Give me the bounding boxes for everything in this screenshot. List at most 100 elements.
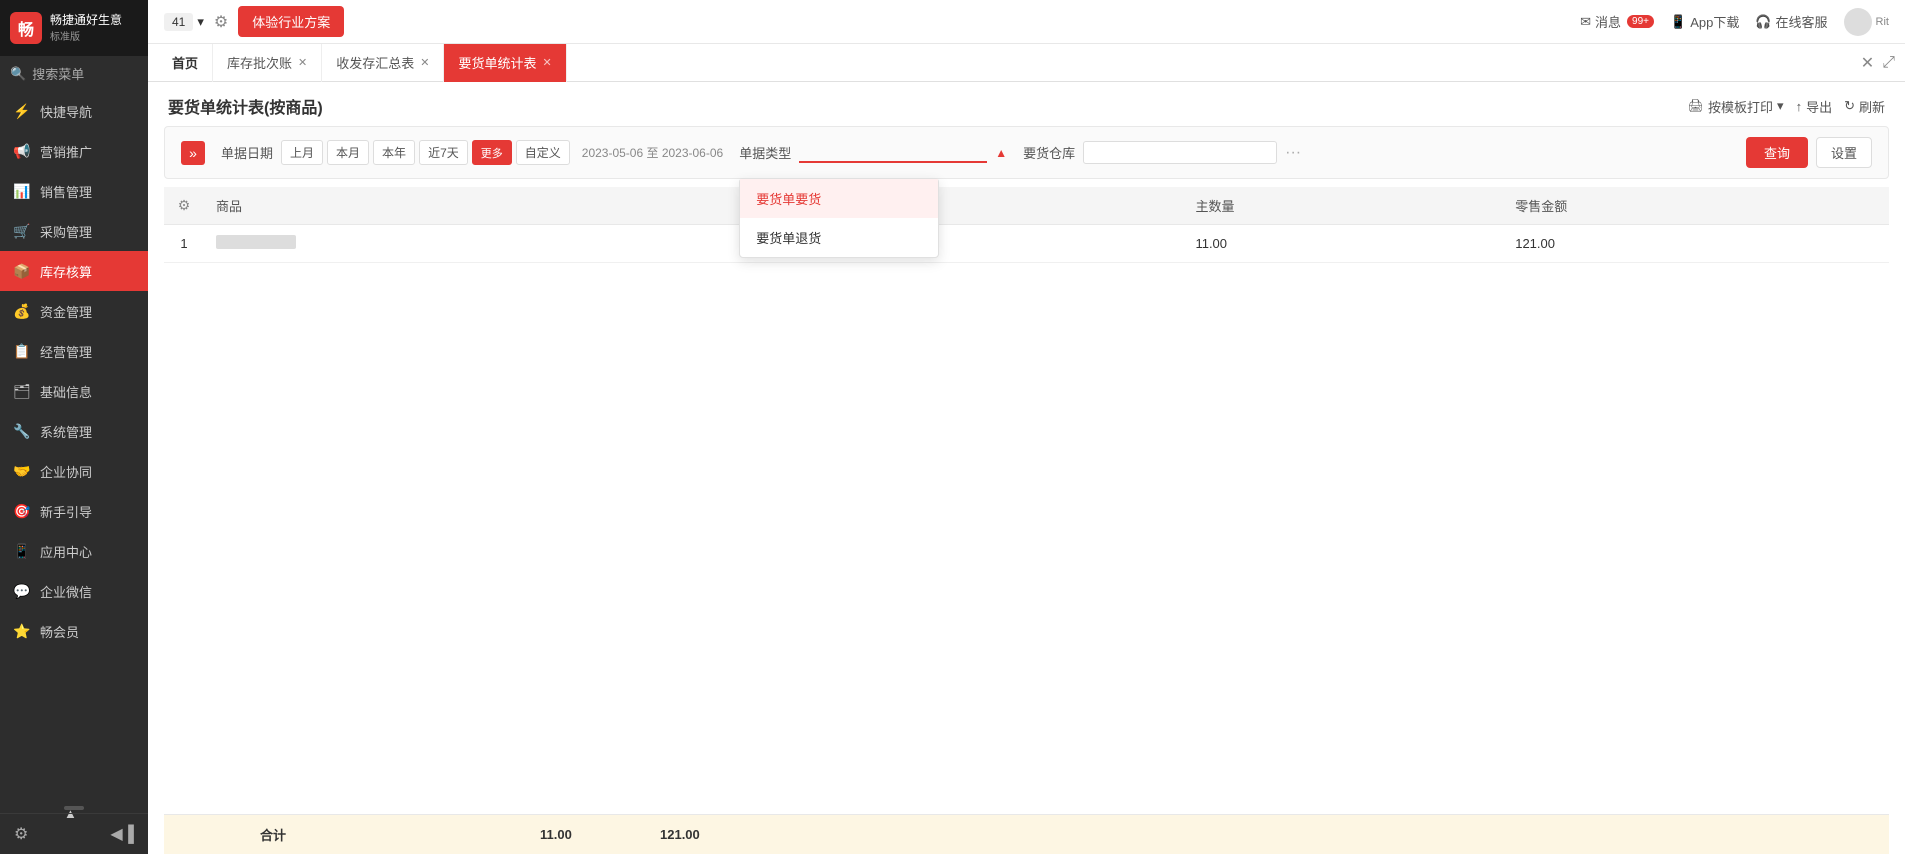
sidebar-item-guide[interactable]: 🎯 新手引导 [0,491,148,531]
inventory-icon: 📦 [12,261,32,281]
filter-expand-btn[interactable]: » [181,141,205,165]
type-input[interactable] [799,142,987,163]
message-icon: ✉ [1580,14,1591,30]
refresh-btn[interactable]: ↻ 刷新 [1844,97,1885,116]
row-qty: 11.00 [1183,225,1503,263]
sidebar-item-label: 营销推广 [40,142,92,161]
trial-industry-btn[interactable]: 体验行业方案 [238,6,344,37]
more-btn[interactable]: 更多 [472,140,512,165]
sidebar-item-app-center[interactable]: 📱 应用中心 [0,531,148,571]
tab-home-label: 首页 [172,53,198,72]
app-center-icon: 📱 [12,541,32,561]
table-header: ⚙ 商品 主计量单位 主数量 零售金额 [164,187,1889,225]
messages-btn[interactable]: ✉ 消息 99+ [1580,12,1654,31]
sidebar-item-vip[interactable]: ⭐ 畅会员 [0,611,148,651]
sidebar-item-label: 销售管理 [40,182,92,201]
settings-icon[interactable]: ⚙ [14,824,28,844]
data-table: ⚙ 商品 主计量单位 主数量 零售金额 1 块 [164,187,1889,263]
sidebar-item-finance[interactable]: 💰 资金管理 [0,291,148,331]
type-filter-label: 单据类型 [739,143,791,162]
vip-icon: ⭐ [12,621,32,641]
store-selector[interactable]: 41 ▾ [164,13,204,31]
more-filter-icon[interactable]: ··· [1285,144,1301,162]
tab-receive-summary-close[interactable]: ✕ [420,56,429,69]
tab-batch-account[interactable]: 库存批次账 ✕ [213,44,322,82]
topbar: 41 ▾ ⚙ 体验行业方案 ✉ 消息 99+ 📱 App下载 🎧 在线客服 R [148,0,1905,44]
collapse-icon[interactable]: ◀▐ [110,824,134,844]
export-btn[interactable]: ↑ 导出 [1796,97,1833,116]
filter-action-btns: 查询 设置 [1746,137,1872,168]
sidebar-item-sales[interactable]: 📊 销售管理 [0,171,148,211]
sidebar-item-operations[interactable]: 📋 经营管理 [0,331,148,371]
sidebar-item-wechat[interactable]: 💬 企业微信 [0,571,148,611]
table-wrap: ⚙ 商品 主计量单位 主数量 零售金额 1 块 [164,187,1889,814]
date-filter-group: 单据日期 上月 本月 本年 近7天 更多 自定义 2023-05-06 至 20… [221,140,723,165]
topbar-settings-icon[interactable]: ⚙ [214,12,228,32]
page-header: 要货单统计表(按商品) 🖨 按模板打印 ▾ ↑ 导出 ↻ 刷新 [148,82,1905,126]
row-index: 1 [164,225,204,263]
guide-icon: 🎯 [12,501,32,521]
sidebar-item-inventory[interactable]: 📦 库存核算 [0,251,148,291]
logo-icon: 畅 [10,12,42,44]
enterprise-icon: 🤝 [12,461,32,481]
topbar-left: 41 ▾ ⚙ 体验行业方案 [164,6,1568,37]
user-menu[interactable]: Rit [1844,8,1889,36]
tab-receive-summary[interactable]: 收发存汇总表 ✕ [322,44,444,82]
scroll-up-btn[interactable]: ▲ [64,806,84,810]
tab-order-stats[interactable]: 要货单统计表 ✕ [444,44,566,82]
topbar-right: ✉ 消息 99+ 📱 App下载 🎧 在线客服 Rit [1580,8,1889,36]
dropdown-item-order-goods[interactable]: 要货单要货 [740,179,938,218]
warehouse-input[interactable] [1083,141,1277,164]
7days-btn[interactable]: 近7天 [419,140,468,165]
wechat-icon: 💬 [12,581,32,601]
tab-order-stats-label: 要货单统计表 [458,53,536,72]
col-amount: 零售金额 [1503,187,1889,225]
search-label: 搜索菜单 [32,64,84,83]
query-btn[interactable]: 查询 [1746,137,1808,168]
logo-text-group: 畅捷通好生意 标准版 [50,13,122,44]
marketing-icon: 📢 [12,141,32,161]
sidebar-bottom: ⚙ ◀▐ [0,813,148,854]
sales-icon: 📊 [12,181,32,201]
last-month-btn[interactable]: 上月 [281,140,323,165]
tab-home[interactable]: 首页 [158,44,213,82]
sidebar-item-basic[interactable]: 🗂 基础信息 [0,371,148,411]
sidebar-item-label: 采购管理 [40,222,92,241]
sidebar-item-enterprise[interactable]: 🤝 企业协同 [0,451,148,491]
sidebar-item-label: 应用中心 [40,542,92,561]
sidebar-search[interactable]: 🔍 搜索菜单 [0,56,148,91]
footer-amount: 121.00 [660,827,780,842]
search-icon: 🔍 [10,66,26,82]
dropdown-item-order-return[interactable]: 要货单退货 [740,218,938,257]
online-service-btn[interactable]: 🎧 在线客服 [1755,12,1827,31]
col-qty: 主数量 [1183,187,1503,225]
tab-receive-summary-label: 收发存汇总表 [336,53,414,72]
custom-btn[interactable]: 自定义 [516,140,570,165]
content-area: 要货单统计表(按商品) 🖨 按模板打印 ▾ ↑ 导出 ↻ 刷新 » [148,82,1905,854]
print-label: 按模板打印 [1708,97,1773,116]
filter-settings-btn[interactable]: 设置 [1816,137,1872,168]
sidebar-item-system[interactable]: 🔧 系统管理 [0,411,148,451]
page-actions: 🖨 按模板打印 ▾ ↑ 导出 ↻ 刷新 [1688,97,1886,116]
sidebar-item-marketing[interactable]: 📢 营销推广 [0,131,148,171]
sidebar: 畅 畅捷通好生意 标准版 🔍 搜索菜单 ⚡ 快捷导航 📢 营销推广 📊 销售管理… [0,0,148,854]
type-dropdown-arrow[interactable]: ▲ [995,146,1007,160]
print-btn[interactable]: 🖨 按模板打印 ▾ [1688,97,1784,116]
sidebar-item-quick-nav[interactable]: ⚡ 快捷导航 [0,91,148,131]
sidebar-item-purchase[interactable]: 🛒 采购管理 [0,211,148,251]
col-settings: ⚙ [164,187,204,225]
tab-expand-icon[interactable]: ⤢ [1882,54,1895,72]
footer-label: 合计 [180,825,420,844]
app-download-btn[interactable]: 📱 App下载 [1670,12,1739,31]
finance-icon: 💰 [12,301,32,321]
this-year-btn[interactable]: 本年 [373,140,415,165]
column-settings-icon[interactable]: ⚙ [178,197,191,213]
sidebar-item-label: 快捷导航 [40,102,92,121]
tab-order-stats-close[interactable]: ✕ [543,56,552,69]
table-footer: 合计 11.00 121.00 [164,814,1889,854]
this-month-btn[interactable]: 本月 [327,140,369,165]
tab-batch-account-close[interactable]: ✕ [298,56,307,69]
tab-close-all-icon[interactable]: ✕ [1861,53,1874,73]
avatar [1844,8,1872,36]
sidebar-item-label: 企业微信 [40,582,92,601]
